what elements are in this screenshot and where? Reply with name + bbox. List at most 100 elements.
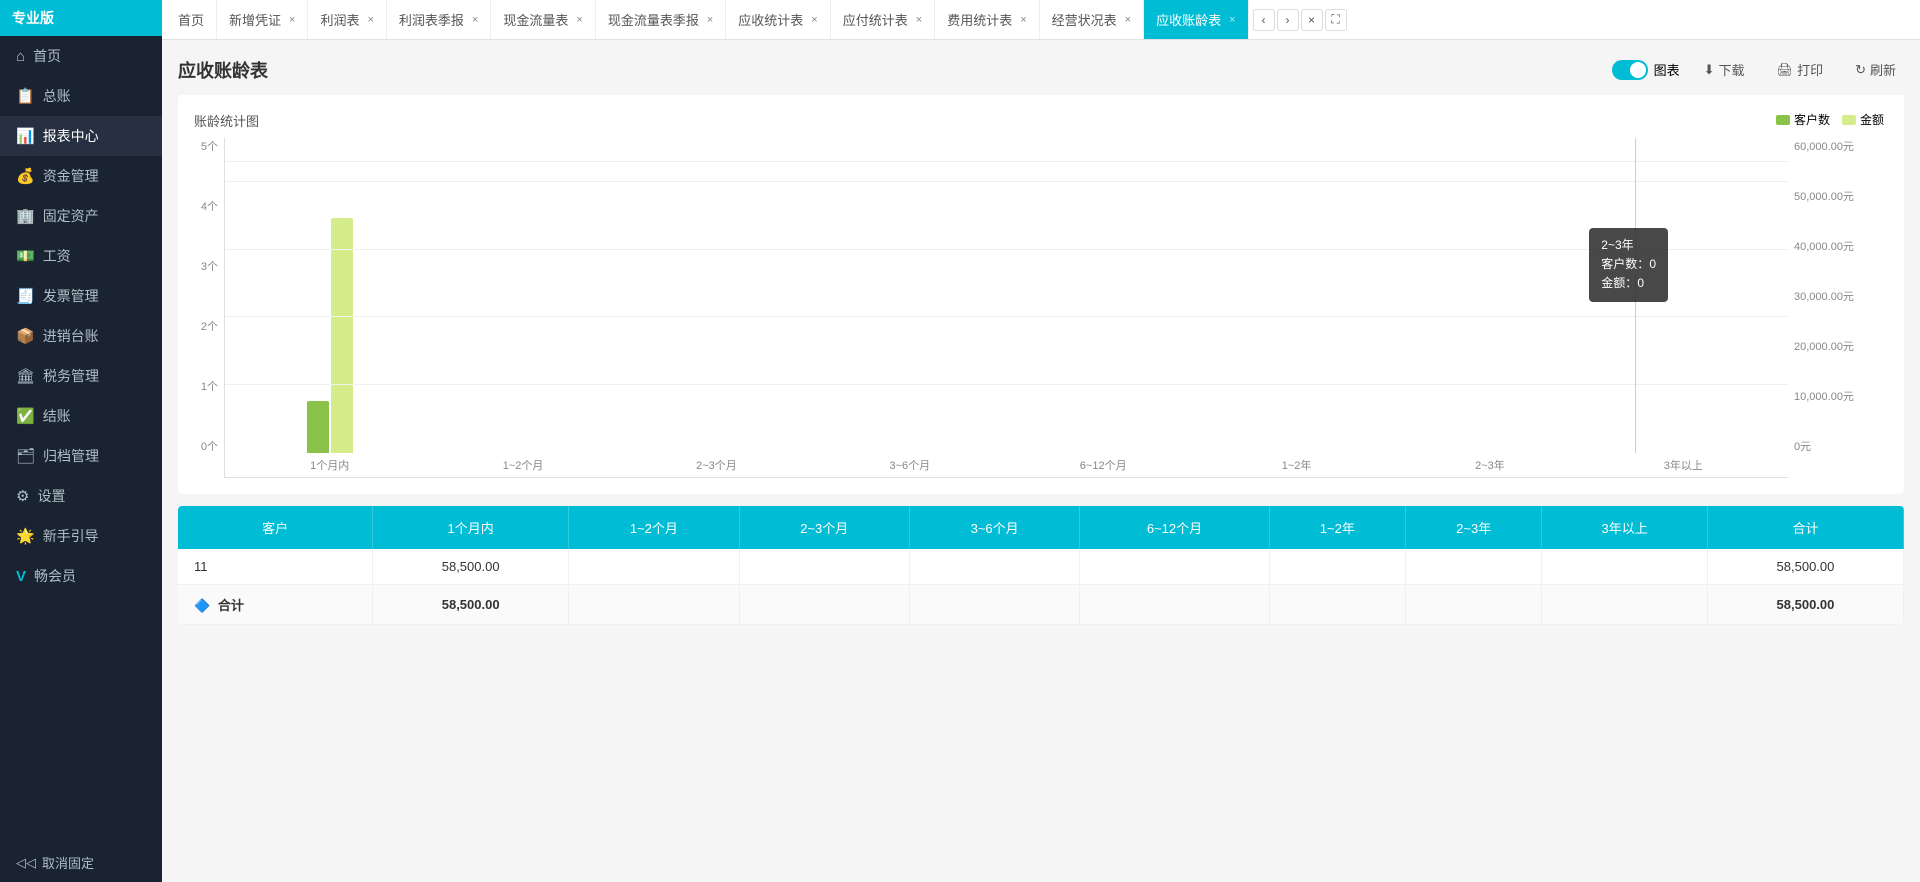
total-total: 58,500.00 [1707, 585, 1903, 625]
row-3plus-year [1542, 549, 1708, 585]
sidebar-item-settle[interactable]: ✅ 结账 [0, 396, 162, 436]
tab-profit-label: 利润表 [320, 10, 359, 29]
total-row-label: 🔷 合计 [178, 585, 373, 625]
tab-home[interactable]: 首页 [166, 0, 217, 39]
sidebar-item-guide[interactable]: 🌟 新手引导 [0, 516, 162, 556]
tab-next-button[interactable]: › [1277, 9, 1299, 31]
tab-cashflow[interactable]: 现金流量表 × [491, 0, 595, 39]
refresh-button[interactable]: ↻ 刷新 [1847, 56, 1904, 83]
sidebar-item-invoice[interactable]: 🧾 发票管理 [0, 276, 162, 316]
page-content-area: 应收账龄表 图表 ⬇ 下载 🖨 打印 ↻ 刷新 [162, 40, 1920, 882]
sidebar-item-reports[interactable]: 📊 报表中心 [0, 116, 162, 156]
tab-nav-buttons: ‹ › × ⛶ [1253, 9, 1347, 31]
salary-icon: 💵 [16, 247, 35, 265]
sidebar-item-capital[interactable]: 💰 资金管理 [0, 156, 162, 196]
tab-operation-label: 经营状况表 [1052, 10, 1117, 29]
chart-toggle-label: 图表 [1654, 60, 1680, 79]
total-3plus-year [1542, 585, 1708, 625]
col-total: 合计 [1707, 506, 1903, 549]
y-right-60000: 60,000.00元 [1794, 138, 1854, 154]
data-table: 客户 1个月内 1~2个月 2~3个月 3~6个月 6~12个月 1~2年 2~… [178, 506, 1904, 625]
chart-plot: 1个月内 1~2个月 2~3个月 3~6个月 6~12个月 1~2年 2~3年 … [224, 138, 1788, 478]
tab-profit-quarter-label: 利润表季报 [399, 10, 464, 29]
col-3-6month: 3~6个月 [909, 506, 1079, 549]
tab-profit-quarter-close[interactable]: × [472, 14, 478, 26]
grid-line-4 [225, 181, 1788, 182]
assets-icon: 🏢 [16, 207, 35, 225]
tab-receivable-stat[interactable]: 应收统计表 × [726, 0, 830, 39]
tab-aging-label: 应收账龄表 [1156, 10, 1221, 29]
tab-payable-stat[interactable]: 应付统计表 × [831, 0, 935, 39]
download-icon: ⬇ [1704, 62, 1715, 78]
chart-toggle[interactable] [1612, 60, 1648, 80]
total-1-2year [1269, 585, 1405, 625]
sidebar-item-tax[interactable]: 🏛 税务管理 [0, 356, 162, 396]
sidebar-item-settings-label: 设置 [37, 486, 65, 506]
total-label: 合计 [218, 598, 244, 613]
tab-receivable-stat-close[interactable]: × [811, 14, 817, 26]
sidebar-item-home[interactable]: ⌂ 首页 [0, 36, 162, 76]
print-button[interactable]: 🖨 打印 [1769, 56, 1832, 83]
tab-expense-stat[interactable]: 费用统计表 × [935, 0, 1039, 39]
sidebar-item-settings[interactable]: ⚙ 设置 [0, 476, 162, 516]
main-content: 首页 新增凭证 × 利润表 × 利润表季报 × 现金流量表 × 现金流量表季报 … [162, 0, 1920, 882]
y-right-30000: 30,000.00元 [1794, 288, 1854, 304]
tab-close-all-button[interactable]: × [1301, 9, 1323, 31]
tab-expense-stat-close[interactable]: × [1020, 14, 1026, 26]
chart-container: 账龄统计图 客户数 金额 5个 4个 3个 2个 1个 [178, 95, 1904, 494]
chart-area: 5个 4个 3个 2个 1个 0个 [194, 138, 1888, 478]
tab-cashflow-quarter-close[interactable]: × [707, 14, 713, 26]
tab-cashflow-quarter[interactable]: 现金流量表季报 × [596, 0, 726, 39]
tab-prev-button[interactable]: ‹ [1253, 9, 1275, 31]
y-axis-left: 5个 4个 3个 2个 1个 0个 [194, 138, 224, 478]
tab-operation-close[interactable]: × [1125, 14, 1131, 26]
sidebar-item-assets[interactable]: 🏢 固定资产 [0, 196, 162, 236]
tab-voucher-close[interactable]: × [289, 14, 295, 26]
sidebar-unpin-button[interactable]: ◁◁ 取消固定 [0, 843, 162, 882]
y-axis-right: 60,000.00元 50,000.00元 40,000.00元 30,000.… [1788, 138, 1888, 478]
y-left-4: 4个 [201, 198, 218, 214]
sidebar-item-inventory[interactable]: 📦 进销台账 [0, 316, 162, 356]
sidebar-item-member[interactable]: V 畅会员 [0, 556, 162, 596]
legend-customer-color [1776, 115, 1790, 125]
row-2-3year [1406, 549, 1542, 585]
guide-icon: 🌟 [16, 527, 35, 545]
tab-operation[interactable]: 经营状况表 × [1040, 0, 1144, 39]
download-button[interactable]: ⬇ 下载 [1696, 56, 1753, 83]
total-2-3month [739, 585, 909, 625]
sidebar-item-salary[interactable]: 💵 工资 [0, 236, 162, 276]
tab-voucher[interactable]: 新增凭证 × [217, 0, 308, 39]
sidebar-item-assets-label: 固定资产 [43, 206, 99, 226]
sidebar-item-inventory-label: 进销台账 [43, 326, 99, 346]
tab-maximize-button[interactable]: ⛶ [1325, 9, 1347, 31]
y-right-10000: 10,000.00元 [1794, 388, 1854, 404]
y-left-0: 0个 [201, 438, 218, 454]
row-1-2year [1269, 549, 1405, 585]
bar-customer-1month [307, 401, 329, 453]
tab-cashflow-label: 现金流量表 [503, 10, 568, 29]
bar-group-1month[interactable] [233, 218, 426, 453]
tab-cashflow-close[interactable]: × [576, 14, 582, 26]
tab-payable-stat-close[interactable]: × [916, 14, 922, 26]
col-2-3year: 2~3年 [1406, 506, 1542, 549]
tab-profit[interactable]: 利润表 × [308, 0, 386, 39]
x-label-1month: 1个月内 [233, 457, 426, 473]
home-icon: ⌂ [16, 48, 25, 65]
grid-line-3 [225, 249, 1788, 250]
tab-profit-quarter[interactable]: 利润表季报 × [387, 0, 491, 39]
y-right-50000: 50,000.00元 [1794, 188, 1854, 204]
tab-aging-close[interactable]: × [1229, 14, 1235, 26]
sidebar-item-ledger[interactable]: 📋 总账 [0, 76, 162, 116]
x-label-1-2year: 1~2年 [1200, 457, 1393, 473]
sidebar-item-archive[interactable]: 🗂 归档管理 [0, 436, 162, 476]
member-icon: V [16, 568, 26, 585]
tab-aging[interactable]: 应收账龄表 × [1144, 0, 1248, 39]
tab-voucher-label: 新增凭证 [229, 10, 281, 29]
sidebar-item-member-label: 畅会员 [34, 566, 76, 586]
col-3plus-year: 3年以上 [1542, 506, 1708, 549]
ledger-icon: 📋 [16, 87, 35, 105]
settings-icon: ⚙ [16, 487, 29, 505]
tab-profit-close[interactable]: × [367, 14, 373, 26]
tab-payable-stat-label: 应付统计表 [843, 10, 908, 29]
archive-icon: 🗂 [16, 447, 35, 465]
